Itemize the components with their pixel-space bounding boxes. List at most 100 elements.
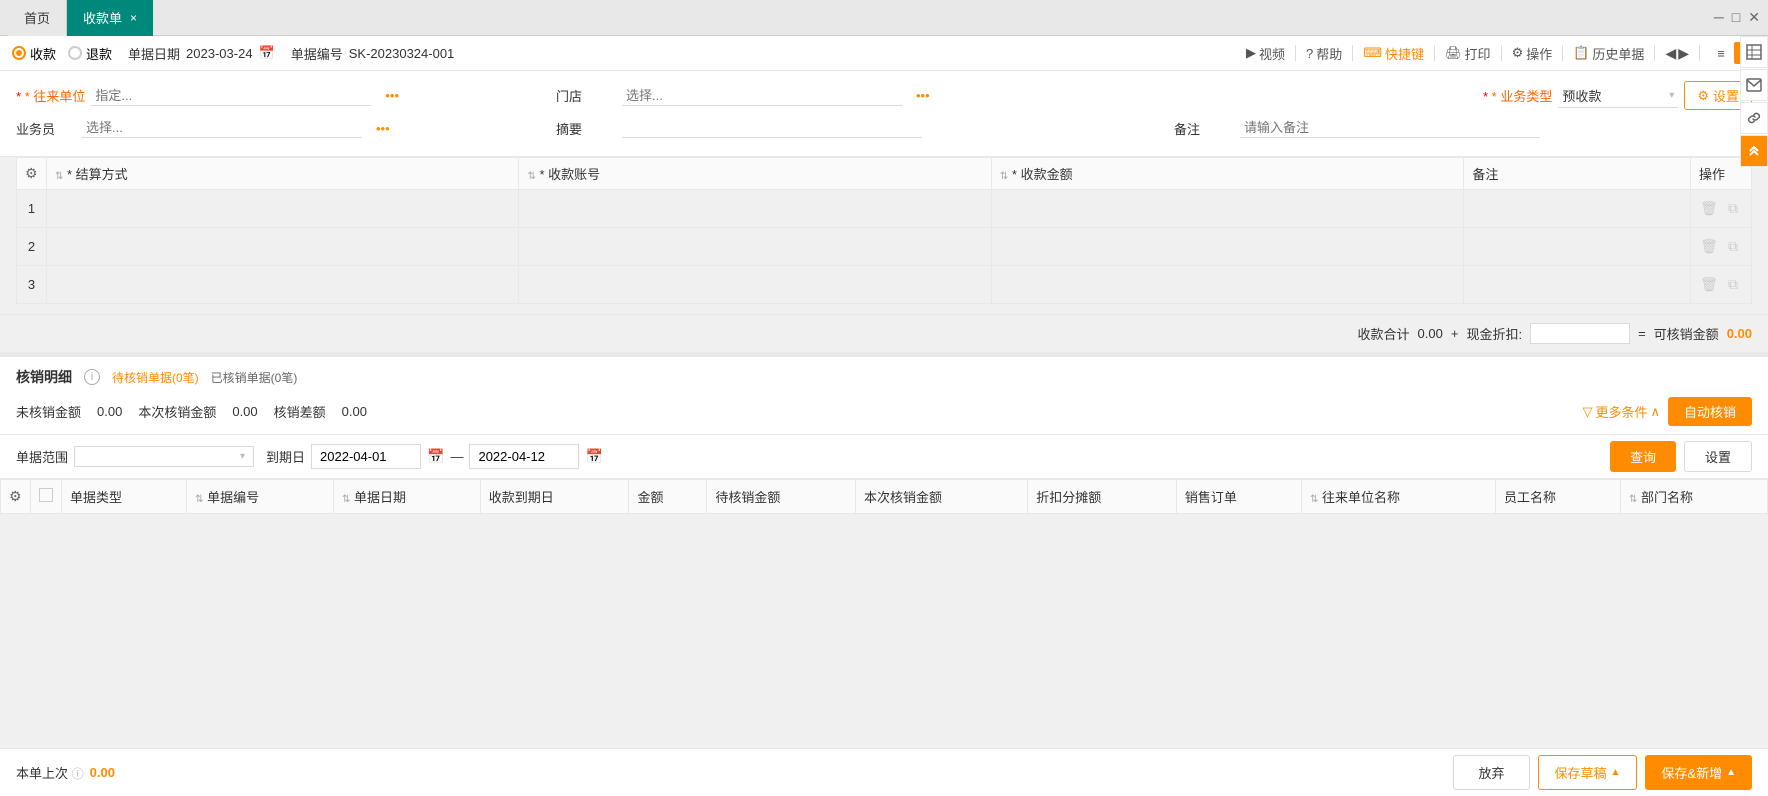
row1-actions: 🗑 ⧉ <box>1691 190 1752 228</box>
info-icon-footer[interactable]: ⓘ <box>72 767 84 781</box>
cal-to-icon[interactable]: 📅 <box>585 448 602 465</box>
window-minimize-icon[interactable]: ─ <box>1714 9 1724 26</box>
partner-input[interactable] <box>91 86 371 106</box>
prev-arrow[interactable]: ◀ <box>1665 45 1676 62</box>
bth-settings: ⚙ <box>1 480 31 514</box>
store-input[interactable] <box>622 86 902 106</box>
print-btn[interactable]: 🖨 打印 <box>1445 44 1491 63</box>
divider7 <box>1699 45 1700 61</box>
date-to-input[interactable] <box>469 444 579 469</box>
row2-account[interactable] <box>519 228 991 266</box>
divider2 <box>1352 45 1353 61</box>
history-label: 历史单据 <box>1592 44 1644 63</box>
range-select[interactable]: ▾ <box>74 446 254 467</box>
operations-btn[interactable]: ⚙ 操作 <box>1512 44 1553 63</box>
help-icon: ? <box>1306 46 1313 61</box>
bth-number: ⇅ 单据编号 <box>187 480 334 514</box>
verification-info-icon[interactable]: i <box>84 369 100 385</box>
calendar-icon[interactable]: 📅 <box>259 45 275 61</box>
row2-remarks[interactable] <box>1464 228 1691 266</box>
number-field: 单据编号 SK-20230324-001 <box>291 44 455 63</box>
filter-right: 查询 设置 <box>1610 441 1752 472</box>
toolbar-right: ▶ 视频 ? 帮助 ⌨ 快捷键 🖨 打印 ⚙ 操作 📋 历史单据 ◀ <box>1246 42 1756 64</box>
summary-row: 收款合计 0.00 + 现金折扣: = 可核销金额 0.00 <box>0 314 1768 352</box>
row1-payment[interactable] <box>47 190 519 228</box>
current-amount-value: 0.00 <box>232 404 257 419</box>
save-new-btn[interactable]: 保存&新增 ▲ <box>1645 755 1752 790</box>
row1-remarks[interactable] <box>1464 190 1691 228</box>
filter-settings-btn[interactable]: 设置 <box>1684 441 1752 472</box>
row3-remarks[interactable] <box>1464 266 1691 304</box>
store-more-icon[interactable]: ••• <box>916 88 930 103</box>
business-type-select[interactable]: 预收款 ▾ <box>1558 84 1678 108</box>
discount-input[interactable] <box>1530 323 1630 344</box>
row3-copy-icon[interactable]: ⧉ <box>1723 275 1743 295</box>
row3-delete-icon[interactable]: 🗑 <box>1699 275 1719 295</box>
list-layout-btn[interactable]: ≡ <box>1710 42 1732 64</box>
row2-payment[interactable] <box>47 228 519 266</box>
th-remarks: 备注 <box>1464 158 1691 190</box>
video-btn[interactable]: ▶ 视频 <box>1246 44 1285 63</box>
shortcut-btn[interactable]: ⌨ 快捷键 <box>1363 44 1424 63</box>
net-label: 可核销金额 <box>1654 324 1719 343</box>
sidebar-table-icon[interactable] <box>1740 36 1768 68</box>
row-num-3: 3 <box>17 266 47 304</box>
row2-amount[interactable] <box>991 228 1463 266</box>
date-from-input[interactable] <box>311 444 421 469</box>
table-settings-icon[interactable]: ⚙ <box>25 165 38 181</box>
tab-home[interactable]: 首页 <box>8 0 67 36</box>
salesperson-input[interactable] <box>82 118 362 138</box>
date-label: 单据日期 <box>128 44 180 63</box>
th-amount: ⇅ * 收款金额 <box>991 158 1463 190</box>
form-row-2: 业务员 ••• 摘要 备注 <box>16 118 1752 138</box>
row1-amount[interactable] <box>991 190 1463 228</box>
row1-copy-icon[interactable]: ⧉ <box>1723 199 1743 219</box>
query-btn[interactable]: 查询 <box>1610 441 1676 472</box>
auto-verify-btn[interactable]: 自动核销 <box>1668 397 1752 426</box>
memo-label: 摘要 <box>556 119 616 138</box>
tab-close-icon[interactable]: × <box>130 11 137 25</box>
total-value: 0.00 <box>1418 326 1443 341</box>
more-conditions-label: 更多条件 <box>1595 402 1647 421</box>
tab-receipt[interactable]: 收款单 × <box>67 0 153 36</box>
partner-more-icon[interactable]: ••• <box>385 88 399 103</box>
history-btn[interactable]: 📋 历史单据 <box>1573 44 1644 63</box>
business-type-value: 预收款 <box>1558 84 1665 107</box>
row1-account[interactable] <box>519 190 991 228</box>
verification-title: 核销明细 <box>16 367 72 387</box>
sidebar-expand-icon[interactable] <box>1740 135 1768 167</box>
abandon-btn[interactable]: 放弃 <box>1453 755 1529 790</box>
row2-copy-icon[interactable]: ⧉ <box>1723 237 1743 257</box>
salesperson-more-icon[interactable]: ••• <box>376 121 390 136</box>
row2-delete-icon[interactable]: 🗑 <box>1699 237 1719 257</box>
bottom-table-settings-icon[interactable]: ⚙ <box>9 488 22 504</box>
business-type-label: * * 业务类型 <box>1483 86 1552 105</box>
radio-refund[interactable]: 退款 <box>68 44 112 63</box>
footer-right: 放弃 保存草稿 ▲ 保存&新增 ▲ <box>1453 755 1752 790</box>
window-close-icon[interactable]: ✕ <box>1748 9 1760 26</box>
more-conditions-btn[interactable]: ▽ 更多条件 ∧ <box>1582 402 1660 421</box>
bottom-table-container: ⚙ 单据类型 ⇅ 单据编号 ⇅ 单据日期 <box>0 479 1768 514</box>
pending-tab[interactable]: 待核销单据(0笔) <box>112 369 199 386</box>
bth-order: 销售订单 <box>1176 480 1301 514</box>
row1-delete-icon[interactable]: 🗑 <box>1699 199 1719 219</box>
th-payment: ⇅ * 结算方式 <box>47 158 519 190</box>
window-restore-icon[interactable]: □ <box>1732 9 1740 26</box>
radio-receipt[interactable]: 收款 <box>12 44 56 63</box>
verified-tab[interactable]: 已核销单据(0笔) <box>211 369 298 386</box>
next-arrow[interactable]: ▶ <box>1678 45 1689 62</box>
row3-payment[interactable] <box>47 266 519 304</box>
cal-from-icon[interactable]: 📅 <box>427 448 444 465</box>
row3-amount[interactable] <box>991 266 1463 304</box>
remarks-input[interactable] <box>1240 118 1540 138</box>
save-draft-btn[interactable]: 保存草稿 ▲ <box>1538 755 1638 790</box>
divider4 <box>1501 45 1502 61</box>
select-all-checkbox[interactable] <box>39 488 53 502</box>
sidebar-link-icon[interactable] <box>1740 102 1768 134</box>
help-btn[interactable]: ? 帮助 <box>1306 44 1342 63</box>
sidebar-email-icon[interactable] <box>1740 69 1768 101</box>
form-row-1: * * 往来单位 ••• 门店 ••• * * 业务类型 预收款 ▾ ⚙ 设置 <box>16 81 1752 110</box>
keyboard-icon: ⌨ <box>1363 45 1382 61</box>
memo-input[interactable] <box>622 118 922 138</box>
row3-account[interactable] <box>519 266 991 304</box>
